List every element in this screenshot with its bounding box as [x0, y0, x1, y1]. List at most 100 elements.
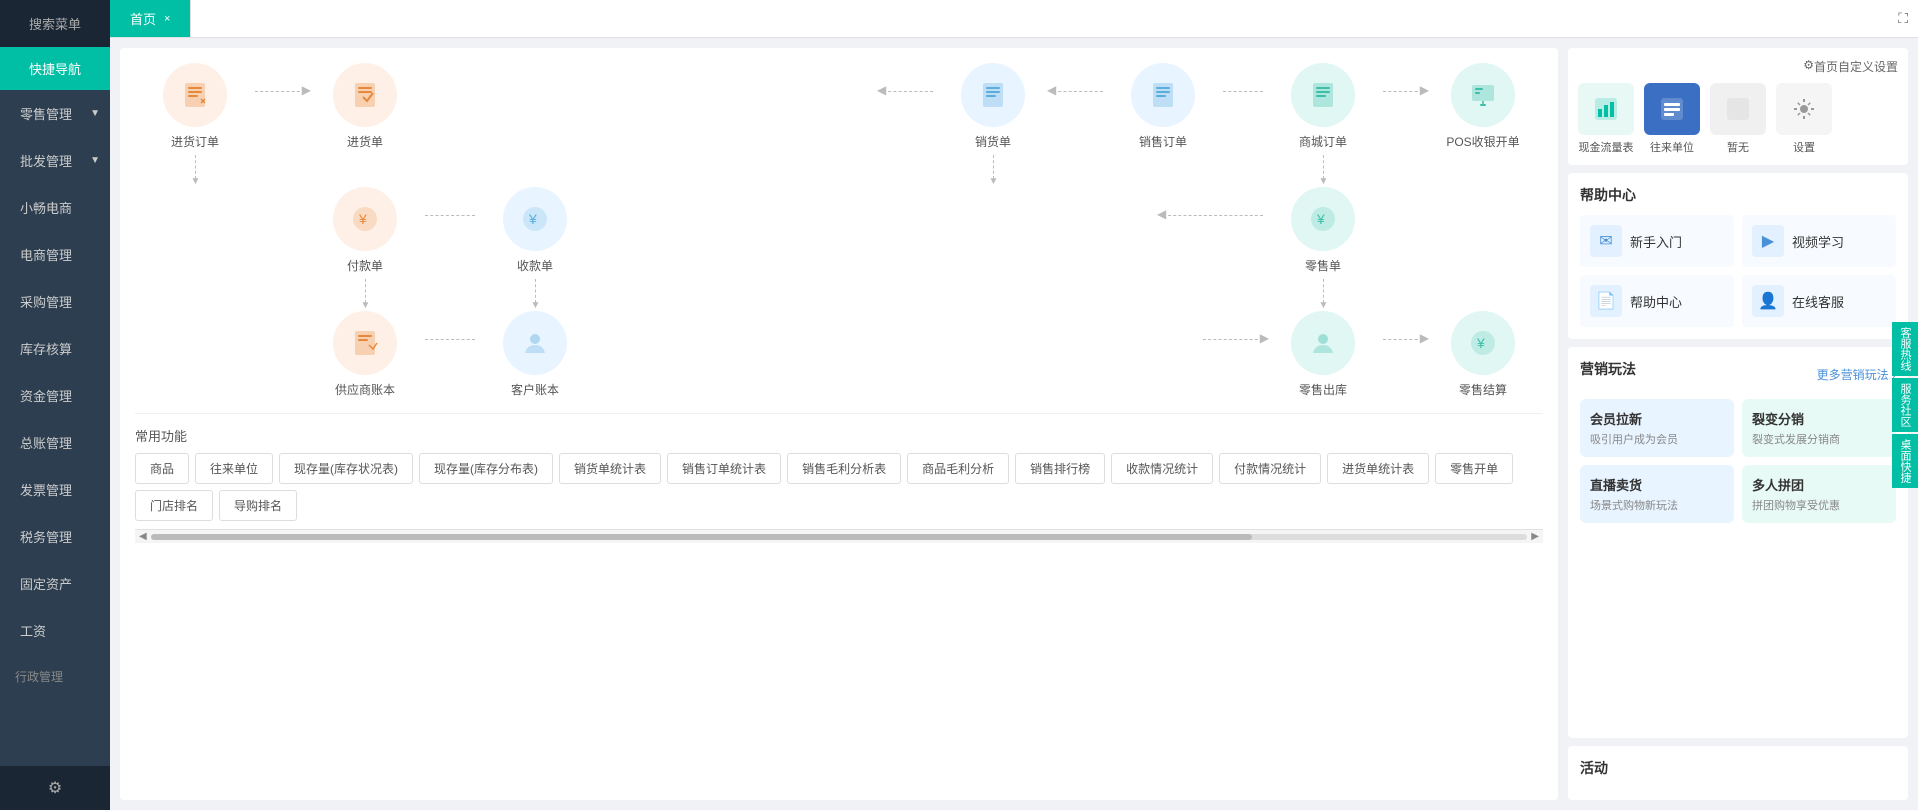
- sidebar-item-more[interactable]: 行政管理: [0, 654, 110, 699]
- settings-quick-icon: [1776, 83, 1832, 135]
- func-btn-store-rank[interactable]: 门店排名: [135, 490, 213, 521]
- func-btn-sales-stat[interactable]: 销货单统计表: [559, 453, 661, 484]
- retail-out-icon: [1291, 311, 1355, 375]
- sidebar-item-ledger[interactable]: 总账管理: [0, 419, 110, 466]
- func-btn-stock2[interactable]: 现存量(库存分布表): [419, 453, 553, 484]
- doc-icon: 📄: [1590, 285, 1622, 317]
- func-btn-guide-rank[interactable]: 导购排名: [219, 490, 297, 521]
- cashflow-icon: [1578, 83, 1634, 135]
- sidebar-nav-label: 快捷导航: [0, 47, 110, 90]
- user-icon: 👤: [1752, 285, 1784, 317]
- func-btn-purchase-stat[interactable]: 进货单统计表: [1327, 453, 1429, 484]
- marketing-card-live[interactable]: 直播卖货 场景式购物新玩法: [1580, 465, 1734, 523]
- func-btn-receipt-stat[interactable]: 收款情况统计: [1111, 453, 1213, 484]
- functions-grid: 商品 往来单位 现存量(库存状况表) 现存量(库存分布表) 销货单统计表 销售订…: [135, 453, 1543, 521]
- svg-text:¥: ¥: [358, 211, 367, 227]
- marketing-card-fission[interactable]: 裂变分销 裂变式发展分销商: [1742, 399, 1896, 457]
- marketing-grid: 会员拉新 吸引用户成为会员 裂变分销 裂变式发展分销商 直播卖货 场景式购物新玩…: [1580, 399, 1896, 523]
- node-mall-order[interactable]: 商城订单: [1263, 63, 1383, 150]
- node-supplier-account[interactable]: 供应商账本: [305, 311, 425, 398]
- sidebar-bottom: ⚙: [0, 766, 110, 810]
- marketing-section: 营销玩法 更多营销玩法 › 会员拉新 吸引用户成为会员 裂变分销 裂变式发展分销…: [1568, 347, 1908, 738]
- func-btn-goods[interactable]: 商品: [135, 453, 189, 484]
- scroll-bar[interactable]: ◀ ▶: [135, 529, 1543, 543]
- sidebar-item-wholesale[interactable]: 批发管理 ▼: [0, 137, 110, 184]
- node-retail-out[interactable]: 零售出库: [1263, 311, 1383, 398]
- node-customer-account[interactable]: 客户账本: [475, 311, 595, 398]
- float-btn-shortcut[interactable]: 桌面快捷: [1892, 434, 1918, 488]
- float-buttons: 客服热线 服务社区 桌面快捷: [1892, 322, 1918, 488]
- node-payment[interactable]: ¥ 付款单: [305, 187, 425, 274]
- sidebar-item-finance[interactable]: 资金管理: [0, 372, 110, 419]
- chevron-down-icon: ▼: [90, 108, 100, 119]
- sidebar-item-assets[interactable]: 固定资产: [0, 560, 110, 607]
- func-btn-retail-order[interactable]: 零售开单: [1435, 453, 1513, 484]
- sidebar-item-inventory[interactable]: 库存核算: [0, 325, 110, 372]
- quick-icon-settings[interactable]: 设置: [1776, 83, 1832, 155]
- func-btn-order-stat[interactable]: 销售订单统计表: [667, 453, 781, 484]
- mall-order-icon: [1291, 63, 1355, 127]
- sidebar-item-invoice[interactable]: 发票管理: [0, 466, 110, 513]
- quick-icons-section: ⚙ 首页自定义设置: [1568, 48, 1908, 165]
- scroll-right-icon[interactable]: ▶: [1531, 531, 1539, 542]
- help-item-beginner[interactable]: ✉ 新手入门: [1580, 215, 1734, 267]
- sidebar-item-ecommerce-small[interactable]: 小畅电商: [0, 184, 110, 231]
- func-btn-goods-profit[interactable]: 商品毛利分析: [907, 453, 1009, 484]
- node-receipt[interactable]: ¥ 收款单: [475, 187, 595, 274]
- node-sales-order[interactable]: 销售订单: [1103, 63, 1223, 150]
- func-btn-units[interactable]: 往来单位: [195, 453, 273, 484]
- marketing-card-member[interactable]: 会员拉新 吸引用户成为会员: [1580, 399, 1734, 457]
- fullscreen-icon[interactable]: ⛶: [1898, 10, 1908, 26]
- tab-close-icon[interactable]: ×: [164, 13, 170, 25]
- pos-icon: [1451, 63, 1515, 127]
- receipt-icon: ¥: [503, 187, 567, 251]
- activities-title: 活动: [1580, 758, 1896, 778]
- help-item-service[interactable]: 👤 在线客服: [1742, 275, 1896, 327]
- sidebar-item-tax[interactable]: 税务管理: [0, 513, 110, 560]
- marketing-card-group[interactable]: 多人拼团 拼团购物享受优惠: [1742, 465, 1896, 523]
- scroll-thumb: [151, 534, 1252, 540]
- marketing-header: 营销玩法 更多营销玩法 ›: [1580, 359, 1896, 389]
- more-marketing-link[interactable]: 更多营销玩法 ›: [1817, 366, 1896, 383]
- help-item-video[interactable]: ▶ 视频学习: [1742, 215, 1896, 267]
- sidebar-item-salary[interactable]: 工资: [0, 607, 110, 654]
- func-btn-payment-stat[interactable]: 付款情况统计: [1219, 453, 1321, 484]
- node-pos[interactable]: POS收银开单: [1423, 63, 1543, 150]
- sidebar-search[interactable]: 搜索菜单: [0, 0, 110, 47]
- help-item-help[interactable]: 📄 帮助中心: [1580, 275, 1734, 327]
- marketing-title: 营销玩法: [1580, 359, 1636, 379]
- scroll-track[interactable]: [151, 534, 1528, 540]
- right-panel: ⚙ 首页自定义设置: [1568, 48, 1908, 800]
- activities-section: 活动: [1568, 746, 1908, 800]
- node-purchase[interactable]: 进货单: [305, 63, 425, 150]
- settings-icon[interactable]: ⚙: [48, 780, 62, 797]
- float-btn-community[interactable]: 服务社区: [1892, 378, 1918, 432]
- node-retail[interactable]: ¥ 零售单: [1263, 187, 1383, 274]
- node-sales[interactable]: 销货单: [933, 63, 1053, 150]
- sidebar-item-ecommerce[interactable]: 电商管理: [0, 231, 110, 278]
- scroll-left-icon[interactable]: ◀: [139, 531, 147, 542]
- play-icon: ▶: [1752, 225, 1784, 257]
- node-retail-settlement[interactable]: ¥ 零售结算: [1423, 311, 1543, 398]
- quick-icon-units[interactable]: 往来单位: [1644, 83, 1700, 155]
- sidebar-item-retail[interactable]: 零售管理 ▼: [0, 90, 110, 137]
- sidebar-item-purchase[interactable]: 采购管理: [0, 278, 110, 325]
- func-btn-stock1[interactable]: 现存量(库存状况表): [279, 453, 413, 484]
- tab-home[interactable]: 首页 ×: [110, 0, 191, 37]
- gear-icon: ⚙: [1803, 58, 1814, 75]
- node-purchase-order[interactable]: 进货订单: [135, 63, 255, 150]
- chevron-down-icon: ▼: [90, 155, 100, 166]
- units-icon: [1644, 83, 1700, 135]
- workflow-panel: 进货订单 ▶: [120, 48, 1558, 800]
- supplier-account-icon: [333, 311, 397, 375]
- quick-icon-cashflow[interactable]: 现金流量表: [1578, 83, 1634, 155]
- float-btn-service[interactable]: 客服热线: [1892, 322, 1918, 376]
- func-btn-rank[interactable]: 销售排行榜: [1015, 453, 1105, 484]
- mail-icon: ✉: [1590, 225, 1622, 257]
- svg-text:¥: ¥: [528, 211, 537, 227]
- purchase-order-icon: [163, 63, 227, 127]
- sidebar: 搜索菜单 快捷导航 零售管理 ▼ 批发管理 ▼ 小畅电商 电商管理 采购管理 库…: [0, 0, 110, 810]
- customize-label[interactable]: 首页自定义设置: [1814, 58, 1898, 75]
- quick-icon-empty[interactable]: 暂无: [1710, 83, 1766, 155]
- func-btn-profit[interactable]: 销售毛利分析表: [787, 453, 901, 484]
